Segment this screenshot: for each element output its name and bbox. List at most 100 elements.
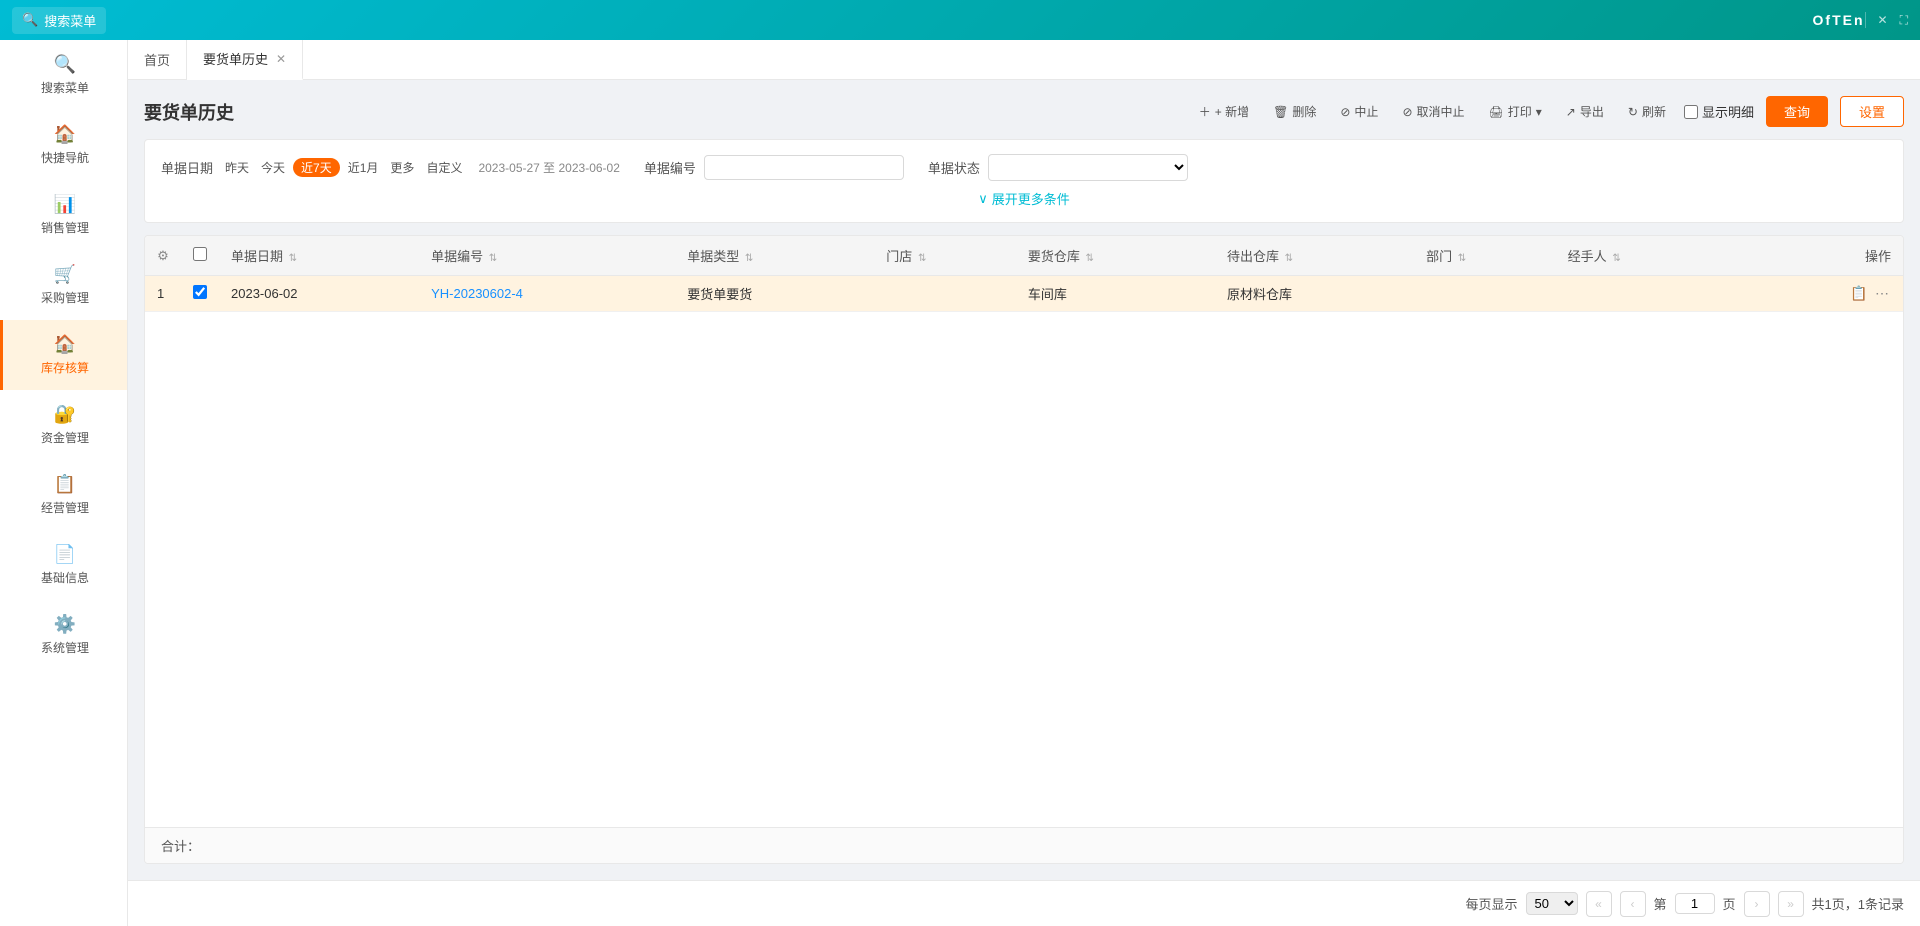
sidebar-item-system-label: 系统管理	[41, 639, 89, 656]
sidebar-item-search-label: 搜索菜单	[41, 79, 89, 96]
refresh-button[interactable]: ↻ 刷新	[1622, 99, 1672, 124]
sort-department-icon[interactable]: ⇅	[1458, 253, 1466, 264]
next-page-button[interactable]: ›	[1744, 891, 1770, 917]
page-number-input[interactable]	[1675, 893, 1715, 914]
sales-icon: 📊	[54, 194, 76, 215]
th-pending-warehouse[interactable]: 待出仓库 ⇅	[1215, 236, 1414, 276]
last-page-button[interactable]: »	[1778, 891, 1804, 917]
sort-doc-date-icon[interactable]: ⇅	[289, 253, 297, 264]
delete-button[interactable]: 🗑 删除	[1267, 99, 1322, 124]
tab-home-label: 首页	[144, 50, 170, 69]
sort-req-warehouse-icon[interactable]: ⇅	[1086, 253, 1094, 264]
window-close-button[interactable]: ✕	[1878, 13, 1888, 27]
page-title: 要货单历史	[144, 99, 234, 125]
new-button[interactable]: ＋ + 新增	[1193, 99, 1255, 124]
date-btn-custom[interactable]: 自定义	[422, 158, 466, 177]
th-handler[interactable]: 经手人 ⇅	[1556, 236, 1726, 276]
doc-status-select[interactable]	[988, 154, 1188, 181]
sidebar-item-finance-label: 资金管理	[41, 429, 89, 446]
settings-button[interactable]: 设置	[1840, 96, 1904, 127]
sort-doc-number-icon[interactable]: ⇅	[489, 253, 497, 264]
th-store[interactable]: 门店 ⇅	[874, 236, 1016, 276]
date-btn-7days[interactable]: 近7天	[293, 158, 340, 177]
tab-requisition-history[interactable]: 要货单历史 ✕	[187, 40, 303, 80]
basic-info-icon: 📄	[54, 544, 76, 565]
sidebar-item-sales-label: 销售管理	[41, 219, 89, 236]
date-btn-more[interactable]: 更多	[386, 158, 418, 177]
sort-pending-warehouse-icon[interactable]: ⇅	[1285, 253, 1293, 264]
brand-logo: OfTEn	[1813, 12, 1865, 28]
expand-filter-button[interactable]: ∨ 展开更多条件	[161, 189, 1887, 208]
stop-button[interactable]: ⊘ 中止	[1334, 99, 1384, 124]
cancel-stop-icon: ⊘	[1402, 105, 1412, 119]
th-req-warehouse-label: 要货仓库	[1028, 249, 1080, 264]
row-checkbox[interactable]	[193, 285, 207, 299]
prev-page-button[interactable]: ‹	[1620, 891, 1646, 917]
total-info: 共1页，1条记录	[1812, 894, 1904, 913]
new-label: + 新增	[1215, 103, 1249, 120]
export-icon: ↗	[1566, 105, 1576, 119]
td-checkbox[interactable]	[181, 276, 219, 312]
top-search-label: 搜索菜单	[44, 11, 96, 30]
td-department	[1414, 276, 1556, 312]
finance-icon: 🔐	[54, 404, 76, 425]
window-expand-button[interactable]: ⛶	[1900, 13, 1908, 28]
top-search[interactable]: 🔍 搜索菜单	[12, 7, 106, 34]
table-row[interactable]: 1 2023-06-02 YH-20230602-4 要货单要货	[145, 276, 1903, 312]
system-icon: ⚙️	[54, 614, 76, 635]
date-btn-today[interactable]: 今天	[257, 158, 289, 177]
export-button[interactable]: ↗ 导出	[1560, 99, 1610, 124]
sidebar-item-operations-label: 经营管理	[41, 499, 89, 516]
sidebar-item-basic-info[interactable]: 📄 基础信息	[0, 530, 127, 600]
th-req-warehouse[interactable]: 要货仓库 ⇅	[1016, 236, 1215, 276]
th-doc-type[interactable]: 单据类型 ⇅	[675, 236, 874, 276]
sort-store-icon[interactable]: ⇅	[918, 253, 926, 264]
page-suffix: 页	[1723, 894, 1736, 913]
sidebar-item-basic-info-label: 基础信息	[41, 569, 89, 586]
th-department[interactable]: 部门 ⇅	[1414, 236, 1556, 276]
sidebar-item-sales[interactable]: 📊 销售管理	[0, 180, 127, 250]
expand-icon: ∨	[978, 191, 988, 207]
sidebar-item-search[interactable]: 🔍 搜索菜单	[0, 40, 127, 110]
th-actions: 操作	[1726, 236, 1903, 276]
page-label: 第	[1654, 894, 1667, 913]
display-detail-checkbox[interactable]	[1684, 105, 1698, 119]
new-icon: ＋	[1199, 103, 1211, 120]
th-doc-number[interactable]: 单据编号 ⇅	[419, 236, 675, 276]
stop-icon: ⊘	[1340, 105, 1350, 119]
sidebar-item-operations[interactable]: 📋 经营管理	[0, 460, 127, 530]
tab-close-icon[interactable]: ✕	[276, 52, 286, 66]
tab-home[interactable]: 首页	[128, 40, 187, 80]
row-more-icon[interactable]: ⋯	[1873, 283, 1891, 303]
select-all-checkbox[interactable]	[193, 247, 207, 261]
th-handler-label: 经手人	[1568, 249, 1607, 264]
sort-handler-icon[interactable]: ⇅	[1612, 253, 1620, 264]
settings-column-header[interactable]: ⚙	[145, 236, 181, 276]
display-detail-label: 显示明细	[1702, 102, 1754, 121]
display-detail-checkbox-container[interactable]: 显示明细	[1684, 102, 1754, 121]
print-button[interactable]: 🖨 打印 ▾	[1483, 99, 1548, 124]
sidebar-item-finance[interactable]: 🔐 资金管理	[0, 390, 127, 460]
table-wrapper[interactable]: ⚙ 单据日期 ⇅ 单据编号	[145, 236, 1903, 827]
cancel-stop-button[interactable]: ⊘ 取消中止	[1396, 99, 1470, 124]
tab-bar: 首页 要货单历史 ✕	[128, 40, 1920, 80]
delete-label: 删除	[1292, 103, 1316, 120]
td-store	[874, 276, 1016, 312]
sidebar-item-system[interactable]: ⚙️ 系统管理	[0, 600, 127, 670]
sidebar-item-quick-nav[interactable]: 🏠 快捷导航	[0, 110, 127, 180]
date-btn-yesterday[interactable]: 昨天	[221, 158, 253, 177]
per-page-select[interactable]: 50 10 20 100	[1526, 892, 1578, 915]
doc-number-input[interactable]	[704, 155, 904, 180]
doc-number-link[interactable]: YH-20230602-4	[431, 286, 523, 301]
first-page-button[interactable]: «	[1586, 891, 1612, 917]
th-doc-date[interactable]: 单据日期 ⇅	[219, 236, 419, 276]
sort-doc-type-icon[interactable]: ⇅	[745, 253, 753, 264]
print-label: 打印	[1508, 103, 1532, 120]
row-edit-icon[interactable]: 📋	[1848, 283, 1869, 303]
date-range-display: 2023-05-27 至 2023-06-02	[478, 159, 619, 176]
sidebar-item-purchase[interactable]: 🛒 采购管理	[0, 250, 127, 320]
sidebar-item-inventory[interactable]: 🏠 库存核算	[0, 320, 127, 390]
date-btn-1month[interactable]: 近1月	[344, 158, 383, 177]
refresh-label: 刷新	[1642, 103, 1666, 120]
query-button[interactable]: 查询	[1766, 96, 1828, 127]
